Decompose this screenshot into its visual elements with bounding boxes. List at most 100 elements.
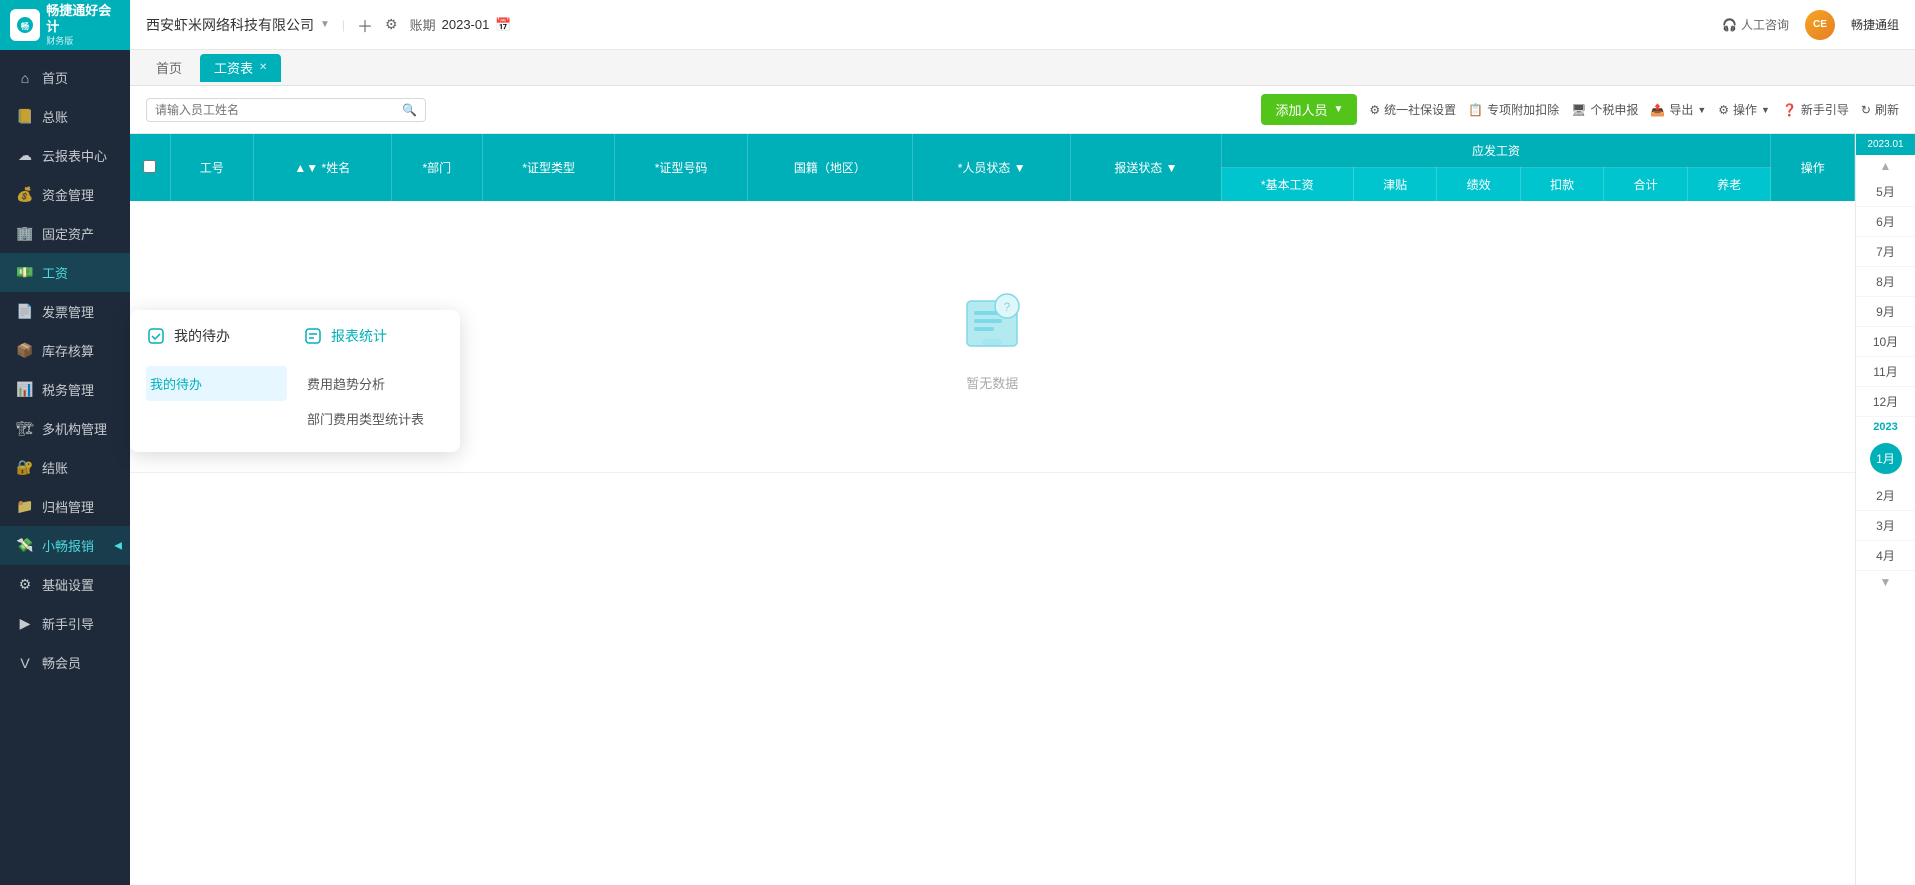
timeline-month-nov[interactable]: 11月 <box>1856 357 1915 387</box>
app-subtitle: 财务版 <box>46 34 120 47</box>
search-input[interactable] <box>155 103 396 117</box>
header-right: 🎧 人工咨询 CE 畅捷通组 <box>1722 10 1899 40</box>
sidebar-item-xiaochang[interactable]: 💸 小畅报销 ◀ <box>0 526 130 565</box>
sidebar-item-multi-org[interactable]: 🏗 多机构管理 <box>0 409 130 448</box>
sidebar-label-invoice: 发票管理 <box>42 302 94 321</box>
sidebar-label-inventory: 库存核算 <box>42 341 94 360</box>
salary-icon: 💵 <box>16 264 34 281</box>
sidebar-item-ledger[interactable]: 📒 总账 <box>0 97 130 136</box>
search-icon: 🔍 <box>402 103 417 117</box>
special-deduction-action[interactable]: 📋 专项附加扣除 <box>1468 101 1559 118</box>
sidebar: 畅 畅捷通好会计 财务版 ⌂ 首页 📒 总账 ☁ 云报表中心 💰 资金管理 🏢 … <box>0 0 130 885</box>
sidebar-item-basic-settings[interactable]: ⚙ 基础设置 <box>0 565 130 604</box>
tab-home[interactable]: 首页 <box>142 54 196 82</box>
fund-icon: 💰 <box>16 186 34 203</box>
toolbar-right: 添加人员 ▼ ⚙ 统一社保设置 📋 专项附加扣除 🖥 个税申报 📤 导出 ▼ <box>1261 94 1899 125</box>
report-filter-icon[interactable]: ▼ <box>1166 161 1178 175</box>
sidebar-item-cloud-report[interactable]: ☁ 云报表中心 <box>0 136 130 175</box>
period-label: 账期 <box>410 15 436 34</box>
company-selector[interactable]: 西安虾米网络科技有限公司 ▼ <box>146 15 330 35</box>
sidebar-item-inventory[interactable]: 📦 库存核算 <box>0 331 130 370</box>
app-title: 畅捷通好会计 <box>46 3 120 34</box>
search-box[interactable]: 🔍 <box>146 98 426 122</box>
sidebar-item-fixed-assets[interactable]: 🏢 固定资产 <box>0 214 130 253</box>
basic-wage-sub-header: *基本工资 <box>1221 168 1353 202</box>
add-person-button[interactable]: 添加人员 ▼ <box>1261 94 1357 125</box>
app-logo[interactable]: 畅 畅捷通好会计 财务版 <box>0 0 130 50</box>
dropdown-item-dept-expense[interactable]: 部门费用类型统计表 <box>303 401 444 436</box>
support-button[interactable]: 🎧 人工咨询 <box>1722 16 1789 33</box>
timeline-current-month[interactable]: 1月 <box>1870 443 1902 475</box>
select-all-header <box>130 134 170 201</box>
cloud-icon: ☁ <box>16 147 34 164</box>
id-number-header: *证型号码 <box>615 134 747 201</box>
timeline-up-nav[interactable]: ▲ <box>1876 155 1896 177</box>
sidebar-item-member[interactable]: V 畅会员 <box>0 643 130 682</box>
header-add-button[interactable]: ＋ <box>357 13 373 37</box>
top-header: 西安虾米网络科技有限公司 ▼ | ＋ ⚙ 账期 2023-01 📅 🎧 人工咨询… <box>130 0 1915 50</box>
new-guide-action[interactable]: ❓ 新手引导 <box>1782 101 1849 118</box>
calendar-icon[interactable]: 📅 <box>495 17 511 33</box>
timeline-month-feb[interactable]: 2月 <box>1856 481 1915 511</box>
header-divider-1: | <box>342 18 345 32</box>
add-person-label: 添加人员 <box>1275 100 1327 119</box>
avatar-initials: CE <box>1813 19 1827 30</box>
sidebar-label-guide: 新手引导 <box>42 614 94 633</box>
sidebar-item-archive[interactable]: 📁 归档管理 <box>0 487 130 526</box>
guide-label: 新手引导 <box>1801 101 1849 118</box>
dropdown-item-my-todo[interactable]: 我的待办 <box>146 366 287 401</box>
timeline-current-month-wrapper: 1月 <box>1870 437 1902 481</box>
user-avatar: CE <box>1805 10 1835 40</box>
sidebar-label-cloud: 云报表中心 <box>42 146 107 165</box>
timeline-month-apr[interactable]: 4月 <box>1856 541 1915 571</box>
timeline-month-sep[interactable]: 9月 <box>1856 297 1915 327</box>
svg-text:?: ? <box>1004 300 1011 314</box>
chevron-left-icon: ◀ <box>114 540 122 551</box>
sidebar-item-salary[interactable]: 💵 工资 <box>0 253 130 292</box>
home-icon: ⌂ <box>16 70 34 86</box>
social-security-action[interactable]: ⚙ 统一社保设置 <box>1369 101 1456 118</box>
timeline-month-jul[interactable]: 7月 <box>1856 237 1915 267</box>
country-header: 国籍（地区） <box>747 134 912 201</box>
sidebar-label-ledger: 总账 <box>42 107 68 126</box>
operations-action[interactable]: ⚙ 操作 ▼ <box>1718 101 1770 118</box>
refresh-action[interactable]: ↻ 刷新 <box>1861 101 1899 118</box>
sidebar-label-member: 畅会员 <box>42 653 81 672</box>
user-name[interactable]: 畅捷通组 <box>1851 16 1899 33</box>
timeline-down-nav[interactable]: ▼ <box>1876 571 1896 593</box>
dropdown-col-todo: 我的待办 我的待办 <box>146 326 287 436</box>
sidebar-item-invoice[interactable]: 📄 发票管理 <box>0 292 130 331</box>
timeline-month-jun[interactable]: 6月 <box>1856 207 1915 237</box>
sidebar-label-fixed: 固定资产 <box>42 224 94 243</box>
sidebar-item-closing[interactable]: 🔐 结账 <box>0 448 130 487</box>
sidebar-item-fund[interactable]: 💰 资金管理 <box>0 175 130 214</box>
personnel-filter-icon[interactable]: ▼ <box>1014 161 1026 175</box>
sidebar-item-new-guide[interactable]: ▶ 新手引导 <box>0 604 130 643</box>
tab-home-label: 首页 <box>156 58 182 77</box>
id-type-header: *证型类型 <box>483 134 615 201</box>
select-all-checkbox[interactable] <box>143 160 156 173</box>
refresh-icon: ↻ <box>1861 103 1871 117</box>
tab-salary-label: 工资表 <box>214 58 253 77</box>
tab-salary[interactable]: 工资表 ✕ <box>200 54 281 82</box>
tax-report-action[interactable]: 🖥 个税申报 <box>1571 101 1638 118</box>
tab-bar: 首页 工资表 ✕ <box>130 50 1915 86</box>
sidebar-label-xiaochang: 小畅报销 <box>42 536 94 555</box>
export-action[interactable]: 📤 导出 ▼ <box>1650 101 1706 118</box>
timeline-month-oct[interactable]: 10月 <box>1856 327 1915 357</box>
invoice-icon: 📄 <box>16 303 34 320</box>
export-dropdown-icon: ▼ <box>1697 105 1706 115</box>
sidebar-item-tax[interactable]: 📊 税务管理 <box>0 370 130 409</box>
empty-state-illustration: ? <box>952 281 1032 361</box>
dropdown-item-expense-trend[interactable]: 费用趋势分析 <box>303 366 444 401</box>
sidebar-item-home[interactable]: ⌂ 首页 <box>0 58 130 97</box>
timeline-month-mar[interactable]: 3月 <box>1856 511 1915 541</box>
tab-close-icon[interactable]: ✕ <box>259 62 267 73</box>
toolbar: 🔍 添加人员 ▼ ⚙ 统一社保设置 📋 专项附加扣除 🖥 个税申报 📤 导出 <box>130 86 1915 134</box>
header-settings-icon[interactable]: ⚙ <box>385 16 398 33</box>
timeline-month-dec[interactable]: 12月 <box>1856 387 1915 417</box>
report-section-icon <box>303 326 323 346</box>
deduction-sub-header: 扣款 <box>1520 168 1604 202</box>
timeline-month-may[interactable]: 5月 <box>1856 177 1915 207</box>
timeline-month-aug[interactable]: 8月 <box>1856 267 1915 297</box>
